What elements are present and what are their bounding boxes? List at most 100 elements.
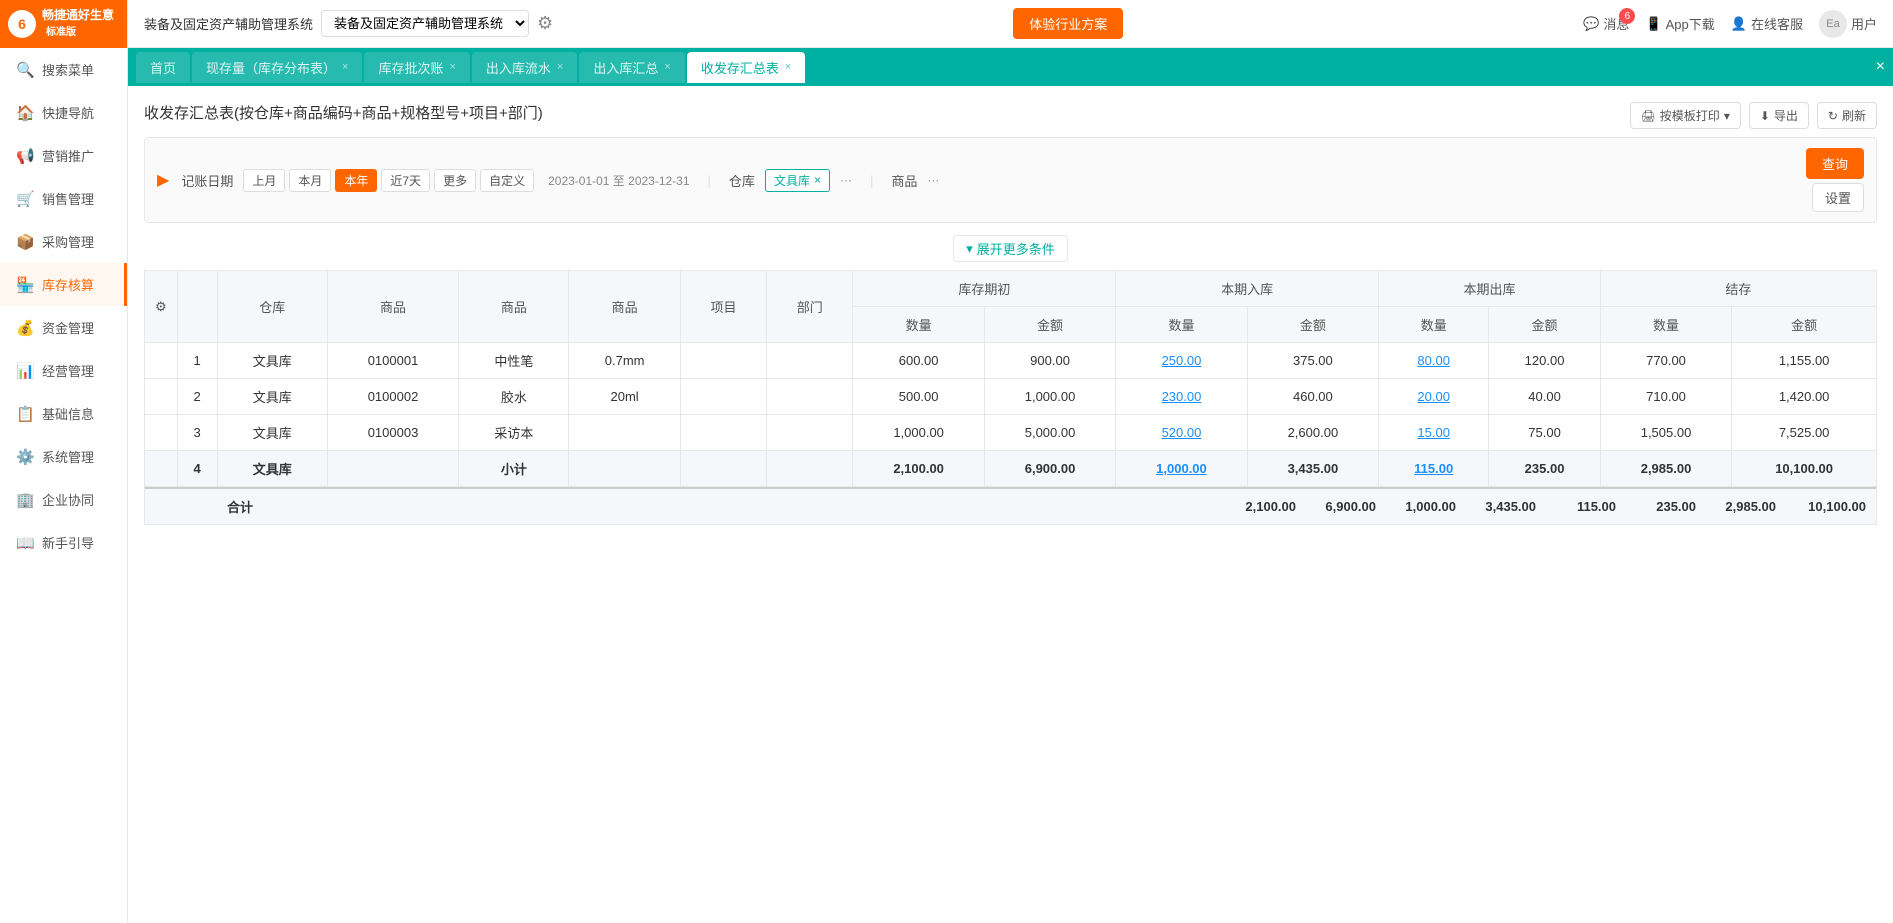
tab-inout-flow[interactable]: 出入库流水 × [472,52,577,83]
subtotal-spec [569,451,680,487]
sidebar-label-finance: 资金管理 [42,318,94,337]
row3-in-amt: 2,600.00 [1247,415,1378,451]
sidebar-item-guide[interactable]: 📖 新手引导 [0,521,127,564]
marketing-icon: 📢 [16,147,34,165]
set-btn[interactable]: 设置 [1812,183,1864,212]
user-item[interactable]: Ea 用户 [1819,10,1877,38]
date-btn-custom[interactable]: 自定义 [480,169,534,192]
subtotal-seq: 4 [177,451,217,487]
date-range: 2023-01-01 至 2023-12-31 [548,172,689,189]
date-btn-more[interactable]: 更多 [434,169,476,192]
filter-collapse-icon[interactable]: ▶ [157,170,169,190]
tab-receipt-summary-label: 收发存汇总表 [701,58,779,77]
sidebar-item-enterprise[interactable]: 🏢 企业协同 [0,478,127,521]
row3-bal-amt: 7,525.00 [1732,415,1877,451]
tab-inventory-dist-close[interactable]: × [342,61,348,73]
tab-batch-close[interactable]: × [449,61,455,73]
footer-bal-qty: 2,985.00 [1696,499,1776,514]
print-btn[interactable]: 🖨 按模板打印 ▾ [1630,102,1741,129]
col-warehouse: 仓库 [217,271,327,343]
export-label: 导出 [1774,107,1798,124]
row1-project [680,343,766,379]
sidebar-item-purchase[interactable]: 📦 采购管理 [0,220,127,263]
row2-open-qty: 500.00 [853,379,984,415]
sidebar-label-system: 系统管理 [42,447,94,466]
warehouse-tag: 文具库 × [765,169,830,192]
tab-receipt-summary[interactable]: 收发存汇总表 × [687,52,805,83]
sidebar-item-system[interactable]: ⚙️ 系统管理 [0,435,127,478]
subtotal-in-qty[interactable]: 1,000.00 [1116,451,1247,487]
date-btn-7days[interactable]: 近7天 [381,169,430,192]
search-icon: 🔍 [16,61,34,79]
col-open-amt: 金额 [984,307,1115,343]
row1-in-qty[interactable]: 250.00 [1116,343,1247,379]
tab-home[interactable]: 首页 [136,52,190,83]
online-service-item[interactable]: 👤 在线客服 [1731,14,1803,33]
goods-more-btn[interactable]: ··· [927,173,939,187]
query-btn[interactable]: 查询 [1806,148,1864,179]
date-btn-this-month[interactable]: 本月 [289,169,331,192]
refresh-label: 刷新 [1842,107,1866,124]
tabbar-close-icon[interactable]: × [1876,58,1885,76]
row3-in-qty[interactable]: 520.00 [1116,415,1247,451]
system-select[interactable]: 装备及固定资产辅助管理系统 [321,10,529,37]
tabbar: 首页 现存量（库存分布表） × 库存批次账 × 出入库流水 × 出入库汇总 × … [128,48,1893,86]
sidebar-item-quick-nav[interactable]: 🏠 快捷导航 [0,91,127,134]
expand-conditions-btn[interactable]: ▾ 展开更多条件 [953,235,1068,262]
sidebar-label-marketing: 营销推广 [42,146,94,165]
row2-out-amt: 40.00 [1489,379,1601,415]
footer-open-qty: 2,100.00 [1216,499,1296,514]
row2-name: 胶水 [459,379,569,415]
sidebar-item-marketing[interactable]: 📢 营销推广 [0,134,127,177]
topbar-left: 装备及固定资产辅助管理系统 装备及固定资产辅助管理系统 ⚙ [144,10,553,37]
service-icon: 👤 [1731,16,1747,32]
refresh-btn[interactable]: ↻ 刷新 [1817,102,1877,129]
row3-warehouse: 文具库 [217,415,327,451]
warehouse-more-btn[interactable]: ··· [840,173,852,187]
date-btn-this-year[interactable]: 本年 [335,169,377,192]
subtotal-label: 小计 [459,451,569,487]
row1-out-qty[interactable]: 80.00 [1379,343,1489,379]
sidebar-item-basic[interactable]: 📋 基础信息 [0,392,127,435]
sidebar-item-finance[interactable]: 💰 资金管理 [0,306,127,349]
row3-dept [767,415,853,451]
user-initial: Ea [1826,18,1839,30]
sidebar-item-operation[interactable]: 📊 经营管理 [0,349,127,392]
experience-btn[interactable]: 体验行业方案 [1013,8,1123,39]
tab-inout-summary-close[interactable]: × [664,61,670,73]
table-settings-header[interactable]: ⚙ [145,271,178,343]
col-in-header: 本期入库 [1116,271,1379,307]
col-spec: 商品 [569,271,680,343]
row3-code: 0100003 [327,415,458,451]
col-balance-header: 结存 [1600,271,1876,307]
settings-icon[interactable]: ⚙ [537,13,553,34]
tab-inventory-dist[interactable]: 现存量（库存分布表） × [192,52,362,83]
row1-out-amt: 120.00 [1489,343,1601,379]
app-download-item[interactable]: 📱 App下载 [1645,14,1714,33]
tab-receipt-summary-close[interactable]: × [785,61,791,73]
col-name: 商品 [459,271,569,343]
message-item[interactable]: 💬 消息 6 [1583,14,1629,33]
tab-inout-summary[interactable]: 出入库汇总 × [579,52,684,83]
tab-batch[interactable]: 库存批次账 × [364,52,469,83]
subtotal-out-qty[interactable]: 115.00 [1379,451,1489,487]
content-area: 收发存汇总表(按仓库+商品编码+商品+规格型号+项目+部门) 🖨 按模板打印 ▾… [128,86,1893,923]
date-buttons: 上月 本月 本年 近7天 更多 自定义 [243,169,534,192]
system-title: 装备及固定资产辅助管理系统 [144,14,313,33]
sidebar-item-search[interactable]: 🔍 搜索菜单 [0,48,127,91]
export-btn[interactable]: ⬇ 导出 [1749,102,1809,129]
sidebar-label-guide: 新手引导 [42,533,94,552]
row2-out-qty[interactable]: 20.00 [1379,379,1489,415]
tab-inventory-dist-label: 现存量（库存分布表） [206,58,336,77]
row2-in-qty[interactable]: 230.00 [1116,379,1247,415]
tab-inout-flow-label: 出入库流水 [486,58,551,77]
sidebar-item-inventory[interactable]: 🏪 库存核算 [0,263,127,306]
row1-settings [145,343,178,379]
warehouse-tag-close[interactable]: × [814,173,821,187]
tab-inout-flow-close[interactable]: × [557,61,563,73]
row3-out-qty[interactable]: 15.00 [1379,415,1489,451]
avatar: Ea [1819,10,1847,38]
sidebar-item-sales[interactable]: 🛒 销售管理 [0,177,127,220]
tab-batch-label: 库存批次账 [378,58,443,77]
date-btn-last-month[interactable]: 上月 [243,169,285,192]
